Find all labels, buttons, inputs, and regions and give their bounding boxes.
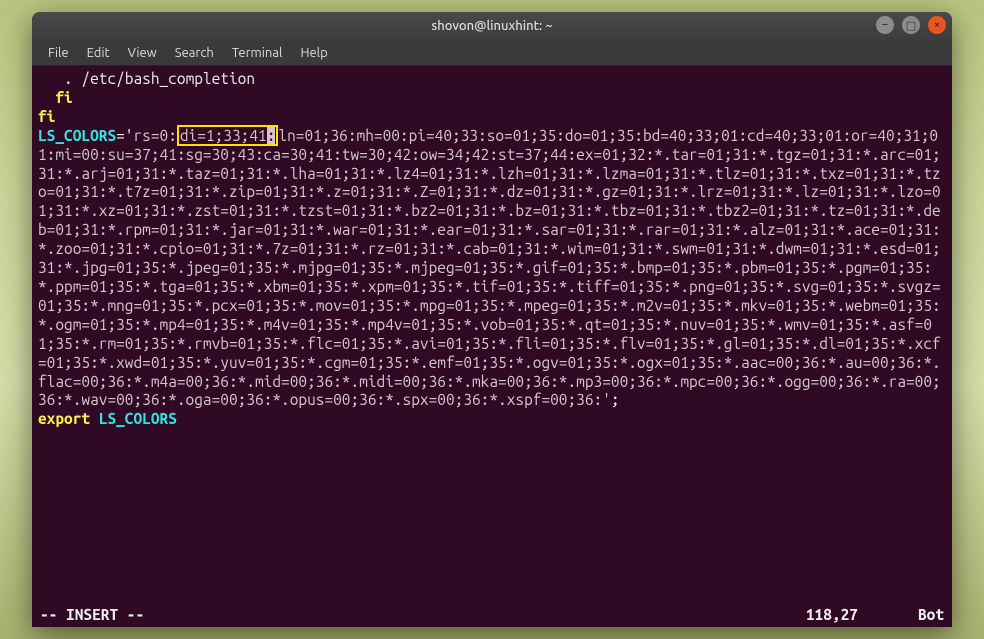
menu-file[interactable]: File: [40, 44, 77, 62]
code-line: fi: [38, 89, 73, 106]
window-title: shovon@linuxhint: ~: [431, 19, 552, 33]
trailing-semicolon: ;: [611, 391, 620, 408]
code-line: fi: [38, 108, 55, 125]
maximize-button[interactable]: □: [902, 16, 920, 34]
window-controls: – □ ×: [876, 16, 946, 34]
export-variable: LS_COLORS: [99, 410, 177, 427]
menu-edit[interactable]: Edit: [79, 44, 118, 62]
menu-terminal[interactable]: Terminal: [224, 44, 291, 62]
highlight-text: di=1;33;41: [180, 127, 267, 144]
assign-op: =': [116, 127, 133, 144]
menu-view[interactable]: View: [120, 44, 165, 62]
text-cursor: :: [267, 127, 276, 144]
rs-prefix: rs=0:: [134, 127, 177, 144]
ls-colors-value: rs=0:di=1;33;41:ln=01;36:mh=00:pi=40;33:…: [38, 125, 941, 409]
highlighted-segment: di=1;33;41:: [177, 125, 279, 146]
code-line: . /etc/bash_completion: [38, 70, 255, 87]
vim-mode: -- INSERT --: [40, 606, 144, 625]
ls-colors-rest: ln=01;36:mh=00:pi=40;33:so=01;35:do=01;3…: [38, 127, 941, 409]
menubar: File Edit View Search Terminal Help: [32, 40, 952, 66]
export-keyword: export: [38, 410, 99, 427]
vim-cursor-position: 118,27: [806, 606, 858, 625]
minimize-button[interactable]: –: [876, 16, 894, 34]
menu-search[interactable]: Search: [167, 44, 222, 62]
terminal-window: shovon@linuxhint: ~ – □ × File Edit View…: [32, 12, 952, 627]
menu-help[interactable]: Help: [292, 44, 335, 62]
close-icon: ×: [934, 19, 940, 31]
titlebar[interactable]: shovon@linuxhint: ~ – □ ×: [32, 12, 952, 40]
vim-scroll-indicator: Bot: [918, 606, 944, 625]
minimize-icon: –: [882, 19, 887, 31]
ls-colors-var: LS_COLORS: [38, 127, 116, 144]
terminal-area[interactable]: . /etc/bash_completion fi fi LS_COLORS='…: [32, 66, 952, 627]
close-button[interactable]: ×: [928, 16, 946, 34]
maximize-icon: □: [906, 19, 916, 32]
vim-statusline: -- INSERT -- 118,27 Bot: [32, 606, 952, 625]
